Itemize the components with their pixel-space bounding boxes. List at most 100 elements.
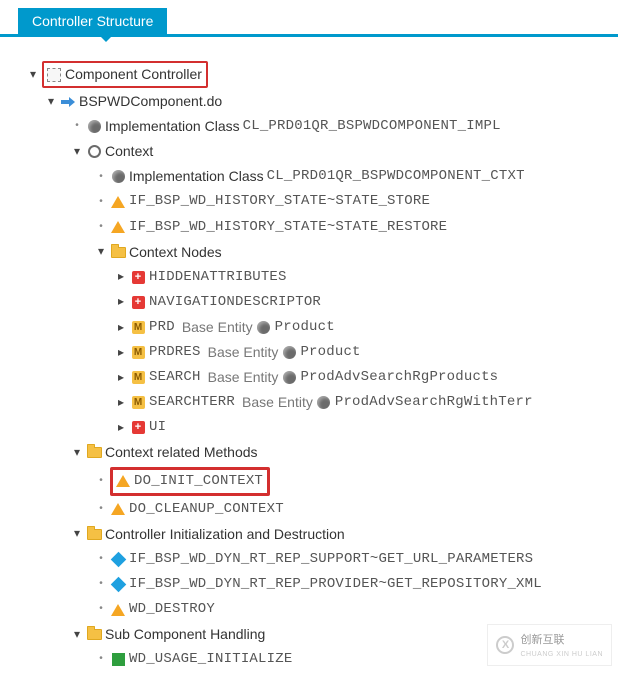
bullet-icon: •	[95, 473, 107, 490]
ball-icon	[256, 319, 272, 335]
tree-row[interactable]: • IF_BSP_WD_DYN_RT_REP_SUPPORT~GET_URL_P…	[6, 547, 612, 572]
ball-icon	[86, 119, 102, 135]
tree-row[interactable]: ▸ M SEARCHTERR Base Entity ProdAdvSearch…	[6, 390, 612, 415]
tree-row[interactable]: ▸ M SEARCH Base Entity ProdAdvSearchRgPr…	[6, 365, 612, 390]
tree-row[interactable]: ▾ Context related Methods	[6, 440, 612, 465]
tree-row[interactable]: • IF_BSP_WD_DYN_RT_REP_PROVIDER~GET_REPO…	[6, 572, 612, 597]
folder-label: Context Nodes	[129, 241, 222, 264]
bullet-icon: •	[95, 551, 107, 568]
m-icon: M	[130, 319, 146, 335]
root-label: Component Controller	[65, 63, 202, 86]
tree-row[interactable]: ▸ + UI	[6, 415, 612, 440]
triangle-icon	[115, 473, 131, 489]
expand-icon[interactable]: ▸	[115, 393, 127, 413]
method-name: IF_BSP_WD_HISTORY_STATE~STATE_STORE	[129, 190, 430, 213]
tree-row[interactable]: • IF_BSP_WD_HISTORY_STATE~STATE_RESTORE	[6, 215, 612, 240]
triangle-icon	[110, 501, 126, 517]
triangle-icon	[110, 194, 126, 210]
node-name: PRD	[149, 316, 175, 339]
expand-icon[interactable]: ▸	[115, 267, 127, 287]
bullet-icon: •	[95, 651, 107, 668]
node-name: PRDRES	[149, 341, 201, 364]
expand-icon[interactable]: ▸	[115, 418, 127, 438]
expand-icon[interactable]: ▾	[71, 524, 83, 544]
tree-row[interactable]: • WD_DESTROY	[6, 597, 612, 622]
impl-label: Implementation Class	[105, 115, 240, 138]
expand-icon[interactable]: ▾	[45, 92, 57, 112]
bullet-icon: •	[95, 601, 107, 618]
plus-icon: +	[130, 420, 146, 436]
watermark-text: 创新互联	[520, 634, 564, 646]
tree-row[interactable]: • Implementation Class CL_PRD01QR_BSPWDC…	[6, 114, 612, 139]
tree-row[interactable]: ▾ BSPWDComponent.do	[6, 89, 612, 114]
plus-icon: +	[130, 269, 146, 285]
bullet-icon: •	[95, 219, 107, 236]
sub-label: Base Entity	[208, 341, 279, 364]
node-name: HIDDENATTRIBUTES	[149, 266, 287, 289]
method-name: WD_DESTROY	[129, 598, 215, 621]
ball-icon	[110, 169, 126, 185]
m-icon: M	[130, 395, 146, 411]
tree-row[interactable]: ▸ + HIDDENATTRIBUTES	[6, 265, 612, 290]
expand-icon[interactable]: ▾	[95, 242, 107, 262]
bullet-icon: •	[95, 169, 107, 186]
tree-row[interactable]: ▸ M PRD Base Entity Product	[6, 315, 612, 340]
sub-label: Base Entity	[208, 366, 279, 389]
folder-icon	[86, 627, 102, 643]
tree-row-root[interactable]: ▾ Component Controller	[6, 60, 612, 89]
sub-label: Base Entity	[182, 316, 253, 339]
folder-icon	[110, 244, 126, 260]
watermark-logo-icon: X	[496, 636, 514, 654]
node-name: SEARCHTERR	[149, 391, 235, 414]
arrow-right-icon	[60, 94, 76, 110]
expand-icon[interactable]: ▾	[71, 443, 83, 463]
tab-controller-structure[interactable]: Controller Structure	[18, 8, 167, 34]
entity-name: ProdAdvSearchRgWithTerr	[335, 391, 533, 414]
expand-icon[interactable]: ▾	[71, 142, 83, 162]
ball-icon	[281, 370, 297, 386]
method-name: DO_INIT_CONTEXT	[134, 470, 263, 493]
watermark: X 创新互联 CHUANG XIN HU LIAN	[487, 624, 612, 666]
impl-label: Implementation Class	[129, 165, 264, 188]
method-name: WD_USAGE_INITIALIZE	[129, 648, 292, 671]
expand-icon[interactable]: ▸	[115, 292, 127, 312]
entity-name: Product	[300, 341, 360, 364]
m-icon: M	[130, 370, 146, 386]
tree: ▾ Component Controller ▾ BSPWDComponent.…	[0, 42, 618, 678]
entity-name: Product	[275, 316, 335, 339]
plus-icon: +	[130, 294, 146, 310]
folder-icon	[86, 526, 102, 542]
m-icon: M	[130, 345, 146, 361]
triangle-icon	[110, 602, 126, 618]
tree-row[interactable]: • DO_INIT_CONTEXT	[6, 466, 612, 497]
expand-icon[interactable]: ▾	[27, 65, 39, 85]
method-name: IF_BSP_WD_HISTORY_STATE~STATE_RESTORE	[129, 216, 447, 239]
tree-row[interactable]: ▸ M PRDRES Base Entity Product	[6, 340, 612, 365]
green-square-icon	[110, 652, 126, 668]
expand-icon[interactable]: ▸	[115, 318, 127, 338]
ring-icon	[86, 144, 102, 160]
node-name: NAVIGATIONDESCRIPTOR	[149, 291, 321, 314]
tree-row[interactable]: ▸ + NAVIGATIONDESCRIPTOR	[6, 290, 612, 315]
tree-row[interactable]: • DO_CLEANUP_CONTEXT	[6, 497, 612, 522]
node-name: UI	[149, 416, 166, 439]
sub-label: Base Entity	[242, 391, 313, 414]
tree-row[interactable]: ▾ Controller Initialization and Destruct…	[6, 522, 612, 547]
impl-class: CL_PRD01QR_BSPWDCOMPONENT_CTXT	[267, 165, 525, 188]
bullet-icon: •	[95, 501, 107, 518]
tree-row[interactable]: • Implementation Class CL_PRD01QR_BSPWDC…	[6, 164, 612, 189]
tree-row[interactable]: ▾ Context	[6, 139, 612, 164]
expand-icon[interactable]: ▸	[115, 368, 127, 388]
tree-row[interactable]: ▾ Context Nodes	[6, 240, 612, 265]
ball-icon	[316, 395, 332, 411]
folder-label: Context related Methods	[105, 441, 258, 464]
expand-icon[interactable]: ▾	[71, 625, 83, 645]
method-name: IF_BSP_WD_DYN_RT_REP_PROVIDER~GET_REPOSI…	[129, 573, 542, 596]
ball-icon	[281, 345, 297, 361]
tree-row[interactable]: • IF_BSP_WD_HISTORY_STATE~STATE_STORE	[6, 189, 612, 214]
expand-icon[interactable]: ▸	[115, 343, 127, 363]
entity-name: ProdAdvSearchRgProducts	[300, 366, 498, 389]
method-name: IF_BSP_WD_DYN_RT_REP_SUPPORT~GET_URL_PAR…	[129, 548, 533, 571]
diamond-icon	[110, 551, 126, 567]
bullet-icon: •	[95, 194, 107, 211]
